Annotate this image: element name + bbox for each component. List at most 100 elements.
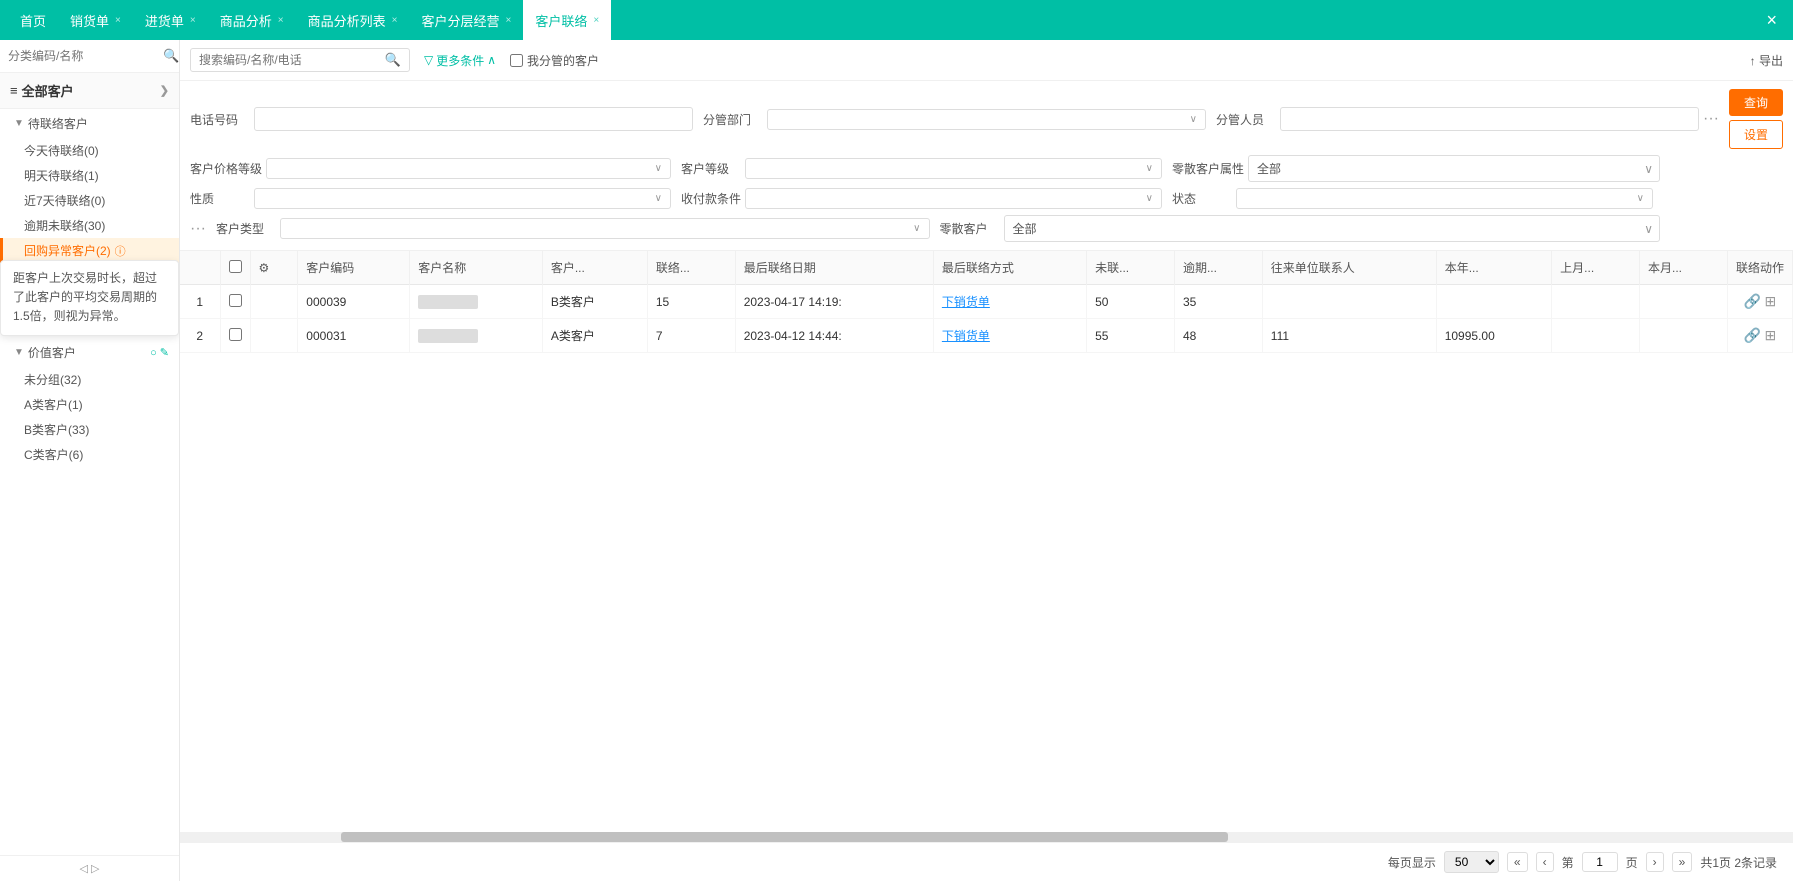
nav-item-customer-contact[interactable]: 客户联络 × — [523, 0, 611, 40]
sidebar-search-input[interactable] — [8, 49, 163, 63]
next-page-button[interactable]: › — [1646, 852, 1664, 872]
filter-button[interactable]: ▽ 更多条件 ∧ — [418, 49, 502, 72]
pending-contact-group-header[interactable]: ▼ 待联络客户 — [0, 109, 179, 138]
nav-item-product-analysis-list[interactable]: 商品分析列表 × — [296, 0, 410, 40]
row-last-contact-way: 下销货单 — [933, 285, 1086, 319]
filter-status-select[interactable]: ∨ — [1236, 188, 1653, 209]
search-icon: 🔍 — [163, 48, 179, 64]
last-page-button[interactable]: » — [1672, 852, 1693, 872]
col-settings[interactable]: ⚙ — [250, 251, 298, 285]
prev-page-button[interactable]: ‹ — [1536, 852, 1554, 872]
col-last-contact-date: 最后联络日期 — [735, 251, 933, 285]
filter-customer-type: 客户类型 ∨ — [216, 218, 930, 239]
row-code: 000031 — [298, 319, 410, 353]
more-options-icon[interactable]: ··· — [1703, 110, 1719, 128]
filter-dept-select[interactable]: ∨ — [767, 109, 1206, 130]
row-action: 🔗 ⊞ — [1727, 285, 1792, 319]
filter-nature-select[interactable]: ∨ — [254, 188, 671, 209]
row-last-contact-date: 2023-04-17 14:19: — [735, 285, 933, 319]
col-check — [220, 251, 250, 285]
close-icon[interactable]: × — [115, 15, 121, 26]
edit-icon[interactable]: ○ ✎ — [150, 346, 169, 359]
row-checkbox[interactable] — [229, 328, 242, 341]
my-customer-check[interactable] — [510, 54, 523, 67]
search-icon: 🔍 — [385, 52, 401, 68]
row-checkbox[interactable] — [229, 294, 242, 307]
per-page-select[interactable]: 50 100 200 — [1444, 851, 1499, 873]
scrollbar-thumb[interactable] — [341, 832, 1228, 842]
pagination: 每页显示 50 100 200 « ‹ 第 页 › » 共1页 2条记录 — [180, 842, 1793, 881]
filter-area: 电话号码 分管部门 ∨ 分管人员 ··· 查询 设置 — [180, 81, 1793, 251]
nav-item-customer-tier[interactable]: 客户分层经营 × — [409, 0, 523, 40]
page-number-input[interactable] — [1582, 852, 1618, 872]
filter-customer-grade-label: 客户等级 — [681, 160, 741, 177]
row-this-year: 10995.00 — [1436, 319, 1551, 353]
filter-actions: 查询 设置 — [1729, 89, 1783, 149]
nav-item-purchase[interactable]: 进货单 × — [133, 0, 208, 40]
col-contact-count: 联络... — [647, 251, 735, 285]
filter-manager-input[interactable] — [1280, 107, 1699, 131]
more-dots-icon[interactable]: ··· — [190, 220, 206, 238]
close-icon[interactable]: × — [593, 15, 599, 26]
row-overdue: 48 — [1174, 319, 1262, 353]
content-area: 🔍 ▽ 更多条件 ∧ 我分管的客户 ↑ 导出 电话号码 — [180, 40, 1793, 881]
row-num: 1 — [180, 285, 220, 319]
nav-item-home[interactable]: 首页 — [8, 0, 58, 40]
sidebar-tree: ▼ 待联络客户 今天待联络(0) 明天待联络(1) 近7天待联络(0) 逾期未联… — [0, 109, 179, 855]
filter-price-grade-select[interactable]: ∨ — [266, 158, 671, 179]
col-last-contact-way: 最后联络方式 — [933, 251, 1086, 285]
row-name — [410, 285, 543, 319]
sidebar-item-class-b[interactable]: B类客户(33) — [0, 417, 179, 442]
first-page-button[interactable]: « — [1507, 852, 1528, 872]
row-last-contact-way: 下销货单 — [933, 319, 1086, 353]
close-icon[interactable]: × — [392, 15, 398, 26]
nav-item-product-analysis[interactable]: 商品分析 × — [208, 0, 296, 40]
filter-customer-grade: 客户等级 ∨ — [681, 158, 1162, 179]
my-customer-checkbox[interactable]: 我分管的客户 — [510, 52, 599, 69]
settings-button[interactable]: 设置 — [1729, 120, 1783, 149]
filter-customer-grade-select[interactable]: ∨ — [745, 158, 1162, 179]
filter-retail-attr-label: 零散客户属性 — [1172, 160, 1244, 177]
sidebar-item-unclassified[interactable]: 未分组(32) — [0, 367, 179, 392]
sidebar-item-class-c[interactable]: C类客户(6) — [0, 442, 179, 467]
window-close-button[interactable]: × — [1758, 10, 1785, 31]
export-button[interactable]: ↑ 导出 — [1750, 52, 1783, 69]
sidebar-item-class-a[interactable]: A类客户(1) — [0, 392, 179, 417]
link-icon[interactable]: 🔗 — [1744, 327, 1761, 343]
collapse-icon[interactable]: ❯ — [160, 84, 169, 97]
query-button[interactable]: 查询 — [1729, 89, 1783, 116]
sidebar-item-today[interactable]: 今天待联络(0) — [0, 138, 179, 163]
sidebar-bottom: ◁ ▷ — [0, 855, 179, 881]
row-check[interactable] — [220, 285, 250, 319]
filter-manager-label: 分管人员 — [1216, 111, 1276, 128]
link-icon[interactable]: 🔗 — [1744, 293, 1761, 309]
chevron-down-icon: ∨ — [655, 163, 662, 174]
close-icon[interactable]: × — [505, 15, 511, 26]
row-contact: 7 — [647, 319, 735, 353]
grid-icon[interactable]: ⊞ — [1765, 327, 1777, 343]
row-check[interactable] — [220, 319, 250, 353]
filter-row-4: ··· 客户类型 ∨ 零散客户 全部 ∨ — [190, 215, 1783, 242]
filter-payment-select[interactable]: ∨ — [745, 188, 1162, 209]
close-icon[interactable]: × — [190, 15, 196, 26]
filter-customer-type-select[interactable]: ∨ — [280, 218, 930, 239]
all-customers-header[interactable]: ≡ 全部客户 ❯ — [0, 73, 179, 109]
filter-dept: 分管部门 ∨ — [703, 109, 1206, 130]
value-customers-group-header[interactable]: ▼ 价值客户 ○ ✎ — [0, 338, 179, 367]
sidebar-item-overdue[interactable]: 逾期未联络(30) — [0, 213, 179, 238]
nav-item-sales[interactable]: 销货单 × — [58, 0, 133, 40]
sidebar-item-tomorrow[interactable]: 明天待联络(1) — [0, 163, 179, 188]
close-icon[interactable]: × — [278, 15, 284, 26]
sidebar-item-7days[interactable]: 近7天待联络(0) — [0, 188, 179, 213]
horizontal-scrollbar[interactable] — [180, 832, 1793, 842]
filter-phone-input[interactable] — [254, 107, 693, 131]
search-input[interactable] — [199, 53, 385, 67]
select-all-checkbox[interactable] — [229, 260, 242, 273]
grid-icon[interactable]: ⊞ — [1765, 293, 1777, 309]
sidebar-toggle-icon[interactable]: ◁ ▷ — [80, 862, 100, 875]
row-unit-contact: 111 — [1262, 319, 1436, 353]
settings-icon[interactable]: ⚙ — [259, 261, 270, 275]
top-navigation: 首页 销货单 × 进货单 × 商品分析 × 商品分析列表 × 客户分层经营 × … — [0, 0, 1793, 40]
col-this-month: 本月... — [1640, 251, 1728, 285]
filter-customer-type-label: 客户类型 — [216, 220, 276, 237]
